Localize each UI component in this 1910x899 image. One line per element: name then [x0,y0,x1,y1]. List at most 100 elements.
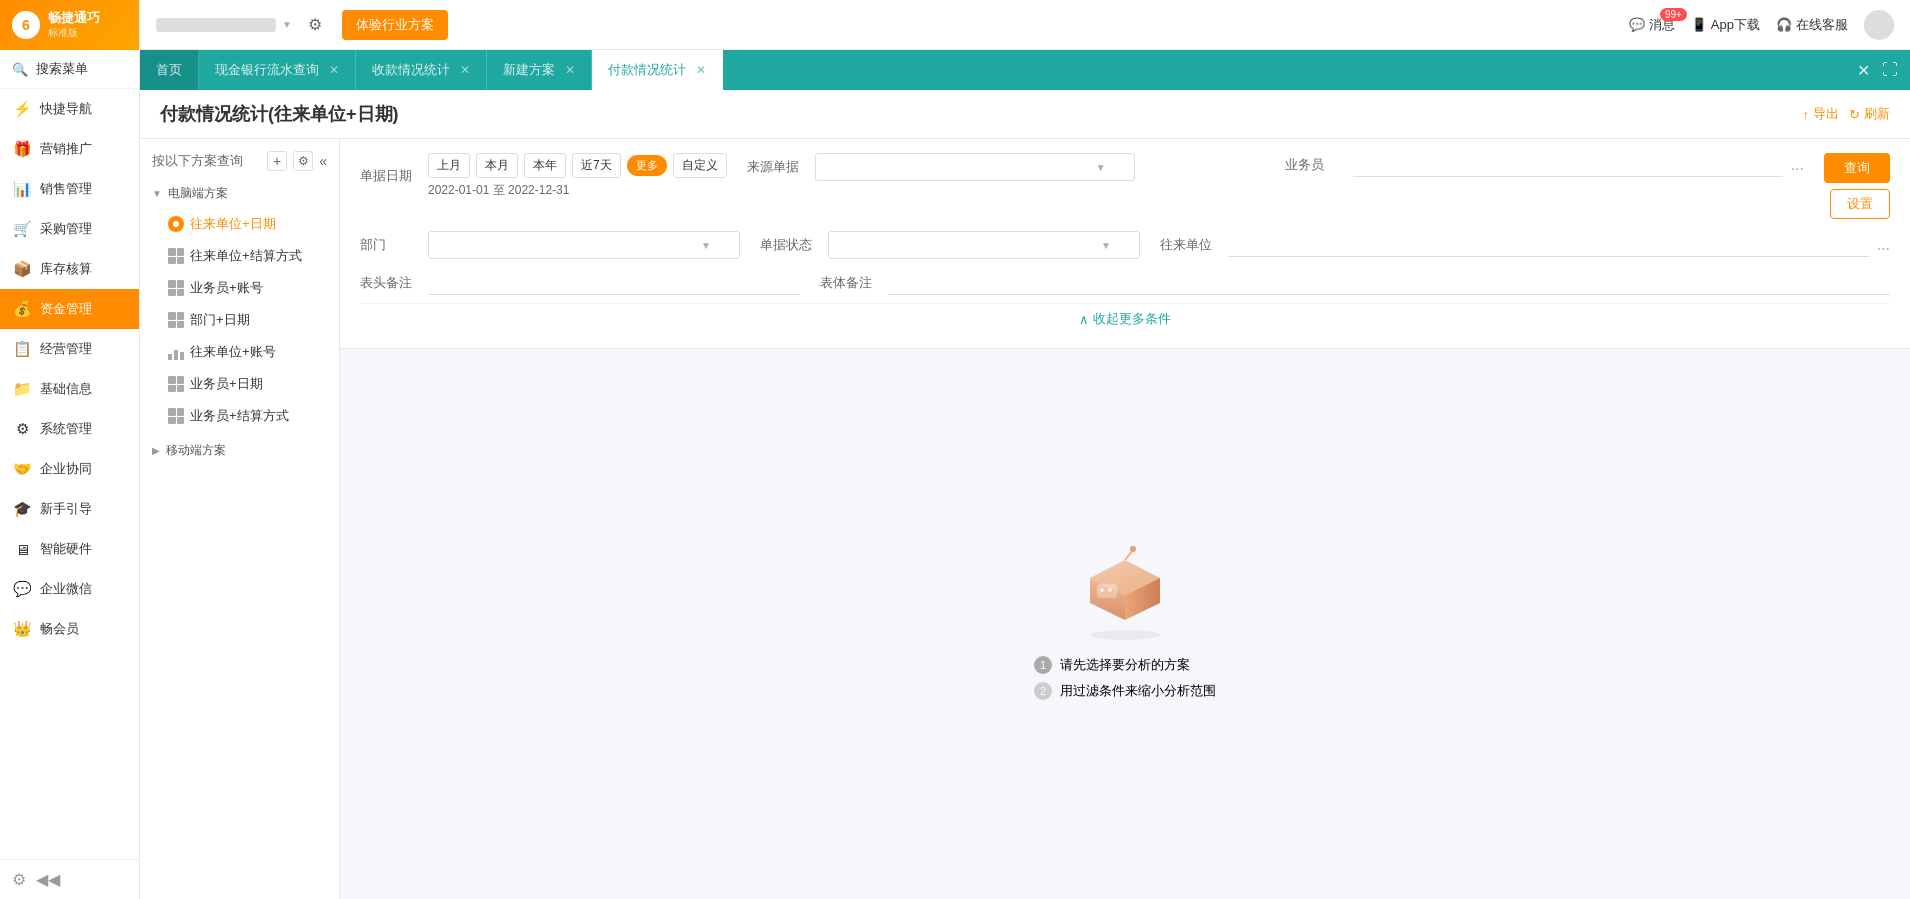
main-content: ▼ ⚙ 体验行业方案 💬 消息 99+ 📱 App下载 🎧 在线客服 [140,0,1910,899]
sidebar-item-inventory[interactable]: 📦 库存核算 [0,249,139,289]
tab-close-new-scheme[interactable]: ✕ [565,63,575,77]
avatar[interactable] [1864,10,1894,40]
filter-area: 单据日期 上月 本月 本年 近7天 更多 自定义 20 [340,139,1910,349]
collapse-panel-button[interactable]: « [319,153,327,169]
collapse-filter-button[interactable]: ∧ 收起更多条件 [360,303,1890,334]
body-layout: 按以下方案查询 + ⚙ « ▼ 电脑端方案 [140,139,1910,899]
collapse-filter-icon: ∧ [1079,312,1089,327]
scheme-settings-button[interactable]: ⚙ [293,151,313,171]
mobile-group-toggle[interactable]: ▶ 移动端方案 [140,436,339,465]
right-panel: 单据日期 上月 本月 本年 近7天 更多 自定义 20 [340,139,1910,899]
scheme-item-partner-settle[interactable]: 往来单位+结算方式 [140,240,339,272]
app-download-button[interactable]: 📱 App下载 [1691,16,1760,34]
tab-close-bank-flow[interactable]: ✕ [329,63,339,77]
scheme-item-partner-date[interactable]: 往来单位+日期 [140,208,339,240]
staff-dots-button[interactable]: ... [1791,156,1804,174]
footer-collapse-button[interactable]: ◀◀ [36,870,60,889]
refresh-icon: ↻ [1849,107,1860,122]
tip-num-2: 2 [1034,682,1052,700]
desktop-group-toggle[interactable]: ▼ 电脑端方案 [140,179,339,208]
sidebar-item-enterprise[interactable]: 🤝 企业协同 [0,449,139,489]
sidebar-item-operations[interactable]: 📋 经营管理 [0,329,139,369]
date-btn-custom[interactable]: 自定义 [673,153,727,178]
sidebar-item-basic-info[interactable]: 📁 基础信息 [0,369,139,409]
trial-industry-button[interactable]: 体验行业方案 [342,10,448,40]
svg-point-5 [1108,588,1112,592]
sidebar-item-marketing[interactable]: 🎁 营销推广 [0,129,139,169]
scheme-item-staff-account[interactable]: 业务员+账号 [140,272,339,304]
partner-settle-icon [168,248,184,264]
purchase-icon: 🛒 [12,219,32,239]
quick-nav-icon: ⚡ [12,99,32,119]
refresh-button[interactable]: ↻ 刷新 [1849,105,1890,123]
tabbar: 首页 现金银行流水查询 ✕ 收款情况统计 ✕ 新建方案 ✕ 付款情况统计 ✕ ✕… [140,50,1910,90]
staff-input[interactable] [1353,153,1782,177]
tab-new-scheme[interactable]: 新建方案 ✕ [487,50,592,90]
export-icon: ↑ [1803,107,1810,122]
empty-tip-2: 2 用过滤条件来缩小分析范围 [1034,682,1216,700]
scheme-item-dept-date[interactable]: 部门+日期 [140,304,339,336]
sidebar-item-purchase[interactable]: 🛒 采购管理 [0,209,139,249]
date-btn-last-7days[interactable]: 近7天 [572,153,621,178]
tabbar-maximize-button[interactable]: ⛶ [1882,61,1898,79]
sidebar-item-quick-nav[interactable]: ⚡ 快捷导航 [0,89,139,129]
sidebar-item-wechat[interactable]: 💬 企业微信 [0,569,139,609]
tab-close-receipt-stat[interactable]: ✕ [460,63,470,77]
dept-label: 部门 [360,236,420,254]
svg-point-8 [1090,630,1160,640]
operations-icon: 📋 [12,339,32,359]
sidebar-item-member[interactable]: 👑 畅会员 [0,609,139,649]
search-menu[interactable]: 🔍 搜索菜单 [0,50,139,89]
staff-date-icon [168,376,184,392]
body-note-input[interactable] [888,271,1890,295]
add-scheme-button[interactable]: + [267,151,287,171]
company-selector[interactable]: ▼ [156,17,292,33]
date-btn-this-year[interactable]: 本年 [524,153,566,178]
partner-input[interactable] [1228,233,1869,257]
system-icon: ⚙ [12,419,32,439]
sidebar-item-system[interactable]: ⚙ 系统管理 [0,409,139,449]
sidebar-nav: ⚡ 快捷导航 🎁 营销推广 📊 销售管理 🛒 采购管理 📦 库存核算 💰 资金管… [0,89,139,859]
partner-dots-button[interactable]: ... [1877,236,1890,254]
header-note-input[interactable] [428,271,800,295]
doc-status-select[interactable]: ▼ [828,231,1140,259]
date-btn-this-month[interactable]: 本月 [476,153,518,178]
sidebar-footer: ⚙ ◀◀ [0,859,139,899]
wechat-icon: 💬 [12,579,32,599]
tab-receipt-stat[interactable]: 收款情况统计 ✕ [356,50,487,90]
empty-state: 1 请先选择要分析的方案 2 用过滤条件来缩小分析范围 [1034,540,1216,708]
body-note-label: 表体备注 [820,274,880,292]
scheme-item-staff-settle[interactable]: 业务员+结算方式 [140,400,339,432]
export-button[interactable]: ↑ 导出 [1803,105,1840,123]
dept-select[interactable]: ▼ [428,231,740,259]
settings-button[interactable]: 设置 [1830,189,1890,219]
service-icon: 🎧 [1776,17,1792,32]
tab-bank-flow[interactable]: 现金银行流水查询 ✕ [199,50,356,90]
date-btn-last-month[interactable]: 上月 [428,153,470,178]
footer-settings-button[interactable]: ⚙ [12,870,26,889]
topbar-settings-button[interactable]: ⚙ [308,15,322,34]
search-icon: 🔍 [12,62,28,77]
source-select[interactable]: ▼ [815,153,1135,181]
scheme-panel-header: 按以下方案查询 + ⚙ « [140,151,339,179]
member-icon: 👑 [12,619,32,639]
hardware-icon: 🖥 [12,539,32,559]
message-button[interactable]: 💬 消息 99+ [1629,16,1675,34]
tab-home[interactable]: 首页 [140,50,199,90]
scheme-item-staff-date[interactable]: 业务员+日期 [140,368,339,400]
tab-payment-stat[interactable]: 付款情况统计 ✕ [592,50,723,90]
empty-tips: 1 请先选择要分析的方案 2 用过滤条件来缩小分析范围 [1034,656,1216,708]
query-button[interactable]: 查询 [1824,153,1890,183]
finance-icon: 💰 [12,299,32,319]
tab-close-payment-stat[interactable]: ✕ [696,63,706,77]
tip-num-1: 1 [1034,656,1052,674]
sidebar-item-sales[interactable]: 📊 销售管理 [0,169,139,209]
partner-date-icon [168,216,184,232]
sidebar-item-finance[interactable]: 💰 资金管理 [0,289,139,329]
scheme-item-partner-account[interactable]: 往来单位+账号 [140,336,339,368]
date-btn-more[interactable]: 更多 [627,155,667,176]
tabbar-close-all-button[interactable]: ✕ [1857,61,1870,80]
sidebar-item-guide[interactable]: 🎓 新手引导 [0,489,139,529]
online-service-button[interactable]: 🎧 在线客服 [1776,16,1848,34]
sidebar-item-hardware[interactable]: 🖥 智能硬件 [0,529,139,569]
